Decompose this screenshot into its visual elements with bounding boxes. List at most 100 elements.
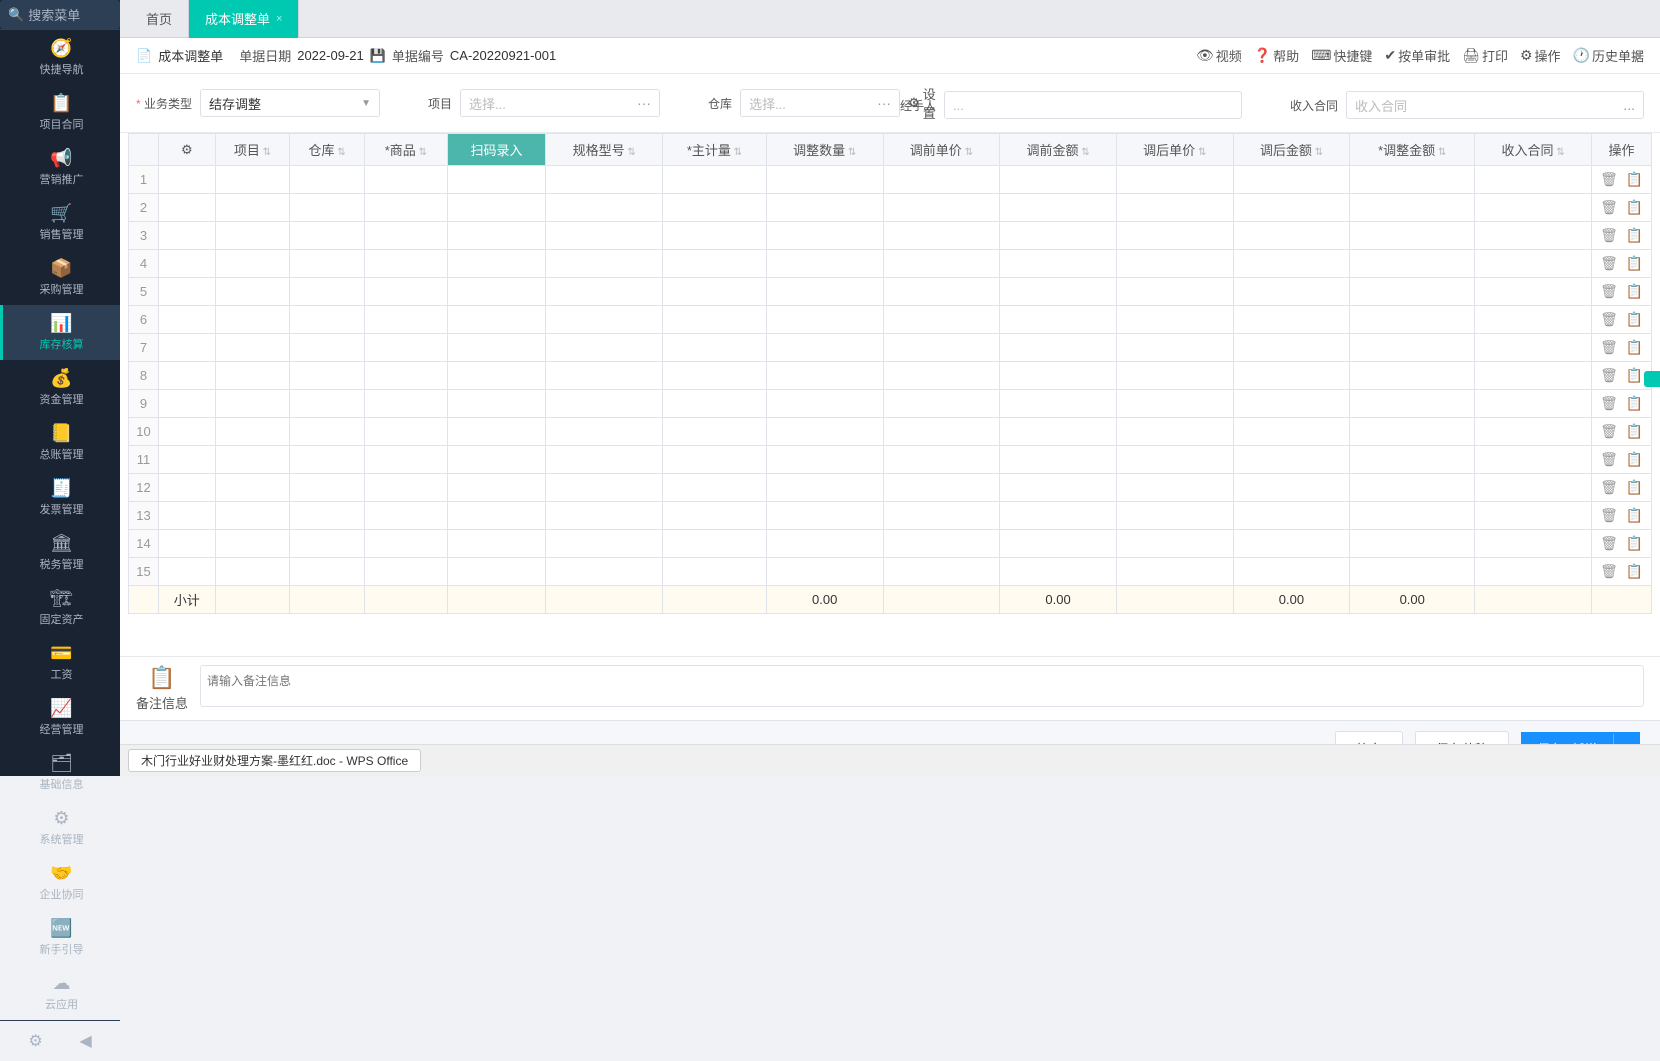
cell-scan-8[interactable] xyxy=(447,362,546,390)
cell-adjust_amount-9[interactable] xyxy=(1350,390,1475,418)
cell-warehouse-2[interactable] xyxy=(290,194,365,222)
cell-spec-14[interactable] xyxy=(546,530,663,558)
cell-before_amount-6[interactable] xyxy=(1000,306,1117,334)
cell-scan-6[interactable] xyxy=(447,306,546,334)
delete-row-3[interactable]: 🗑 xyxy=(1598,227,1620,243)
cell-income_contract-9[interactable] xyxy=(1475,390,1592,418)
cell-spec-13[interactable] xyxy=(546,502,663,530)
cell-adjust_qty-3[interactable] xyxy=(766,222,883,250)
cell-before_price-4[interactable] xyxy=(883,250,1000,278)
cell-product-7[interactable] xyxy=(364,334,447,362)
th-scan[interactable]: 扫码录入 xyxy=(447,134,546,166)
cell-after_amount-10[interactable] xyxy=(1233,418,1350,446)
delete-row-12[interactable]: 🗑 xyxy=(1598,479,1620,495)
delete-row-14[interactable]: 🗑 xyxy=(1598,535,1620,551)
cell-adjust_amount-12[interactable] xyxy=(1350,474,1475,502)
copy-row-7[interactable]: 📋 xyxy=(1623,339,1644,355)
cell-warehouse-14[interactable] xyxy=(290,530,365,558)
cell-adjust_qty-7[interactable] xyxy=(766,334,883,362)
cell-income_contract-13[interactable] xyxy=(1475,502,1592,530)
cell-before_amount-5[interactable] xyxy=(1000,278,1117,306)
cell-before_amount-12[interactable] xyxy=(1000,474,1117,502)
cell-scan-7[interactable] xyxy=(447,334,546,362)
delete-row-11[interactable]: 🗑 xyxy=(1598,451,1620,467)
cell-before_price-6[interactable] xyxy=(883,306,1000,334)
cell-scan-3[interactable] xyxy=(447,222,546,250)
cell-project-8[interactable] xyxy=(215,362,290,390)
cell-warehouse-5[interactable] xyxy=(290,278,365,306)
copy-row-14[interactable]: 📋 xyxy=(1623,535,1644,551)
sidebar-item-sales[interactable]: 🛒 销售管理 xyxy=(0,195,120,250)
cell-scan-5[interactable] xyxy=(447,278,546,306)
cell-income_contract-12[interactable] xyxy=(1475,474,1592,502)
cell-after_price-11[interactable] xyxy=(1116,446,1233,474)
cell-unit-4[interactable] xyxy=(663,250,767,278)
cell-project-12[interactable] xyxy=(215,474,290,502)
cell-spec-10[interactable] xyxy=(546,418,663,446)
cell-project-10[interactable] xyxy=(215,418,290,446)
cell-project-6[interactable] xyxy=(215,306,290,334)
cell-after_amount-11[interactable] xyxy=(1233,446,1350,474)
cell-income_contract-14[interactable] xyxy=(1475,530,1592,558)
cell-settings-9[interactable] xyxy=(159,390,216,418)
cell-product-14[interactable] xyxy=(364,530,447,558)
cell-unit-14[interactable] xyxy=(663,530,767,558)
cell-settings-12[interactable] xyxy=(159,474,216,502)
cell-adjust_qty-12[interactable] xyxy=(766,474,883,502)
cell-before_price-14[interactable] xyxy=(883,530,1000,558)
cell-before_price-8[interactable] xyxy=(883,362,1000,390)
cell-warehouse-10[interactable] xyxy=(290,418,365,446)
cell-product-4[interactable] xyxy=(364,250,447,278)
cell-unit-13[interactable] xyxy=(663,502,767,530)
cell-unit-11[interactable] xyxy=(663,446,767,474)
tab-cost-adjustment[interactable]: 成本调整单× xyxy=(189,0,299,38)
cell-income_contract-10[interactable] xyxy=(1475,418,1592,446)
cell-adjust_qty-10[interactable] xyxy=(766,418,883,446)
cell-adjust_amount-13[interactable] xyxy=(1350,502,1475,530)
cell-after_price-15[interactable] xyxy=(1116,558,1233,586)
cell-adjust_amount-6[interactable] xyxy=(1350,306,1475,334)
cell-income_contract-3[interactable] xyxy=(1475,222,1592,250)
cell-before_amount-10[interactable] xyxy=(1000,418,1117,446)
warehouse-select[interactable]: 选择... ··· xyxy=(740,89,900,117)
delete-row-7[interactable]: 🗑 xyxy=(1598,339,1620,355)
action-view[interactable]: 👁视频 xyxy=(1196,46,1242,65)
action-review[interactable]: ✔按单审批 xyxy=(1384,46,1450,65)
copy-row-12[interactable]: 📋 xyxy=(1623,479,1644,495)
delete-row-1[interactable]: 🗑 xyxy=(1598,171,1620,187)
sidebar-item-quick-nav[interactable]: 🧭 快捷导航 xyxy=(0,30,120,85)
cell-before_amount-1[interactable] xyxy=(1000,166,1117,194)
cell-adjust_amount-14[interactable] xyxy=(1350,530,1475,558)
cell-before_amount-8[interactable] xyxy=(1000,362,1117,390)
cell-settings-11[interactable] xyxy=(159,446,216,474)
cell-after_amount-13[interactable] xyxy=(1233,502,1350,530)
cell-unit-9[interactable] xyxy=(663,390,767,418)
cell-settings-10[interactable] xyxy=(159,418,216,446)
delete-row-2[interactable]: 🗑 xyxy=(1598,199,1620,215)
cell-income_contract-11[interactable] xyxy=(1475,446,1592,474)
cell-spec-11[interactable] xyxy=(546,446,663,474)
cell-after_amount-8[interactable] xyxy=(1233,362,1350,390)
save-icon[interactable]: 💾 xyxy=(370,48,386,64)
sidebar-item-purchase[interactable]: 📦 采购管理 xyxy=(0,250,120,305)
cell-project-1[interactable] xyxy=(215,166,290,194)
cell-project-9[interactable] xyxy=(215,390,290,418)
cell-adjust_amount-7[interactable] xyxy=(1350,334,1475,362)
cell-before_amount-11[interactable] xyxy=(1000,446,1117,474)
cell-after_price-10[interactable] xyxy=(1116,418,1233,446)
business-type-select[interactable]: 结存调整 ▼ xyxy=(200,89,380,117)
delete-row-10[interactable]: 🗑 xyxy=(1598,423,1620,439)
cell-project-3[interactable] xyxy=(215,222,290,250)
cell-after_amount-6[interactable] xyxy=(1233,306,1350,334)
copy-row-5[interactable]: 📋 xyxy=(1623,283,1644,299)
cell-product-10[interactable] xyxy=(364,418,447,446)
cell-project-7[interactable] xyxy=(215,334,290,362)
cell-before_price-12[interactable] xyxy=(883,474,1000,502)
cell-product-8[interactable] xyxy=(364,362,447,390)
delete-row-13[interactable]: 🗑 xyxy=(1598,507,1620,523)
cell-unit-10[interactable] xyxy=(663,418,767,446)
cell-after_price-2[interactable] xyxy=(1116,194,1233,222)
cell-warehouse-12[interactable] xyxy=(290,474,365,502)
copy-row-4[interactable]: 📋 xyxy=(1623,255,1644,271)
cell-scan-15[interactable] xyxy=(447,558,546,586)
